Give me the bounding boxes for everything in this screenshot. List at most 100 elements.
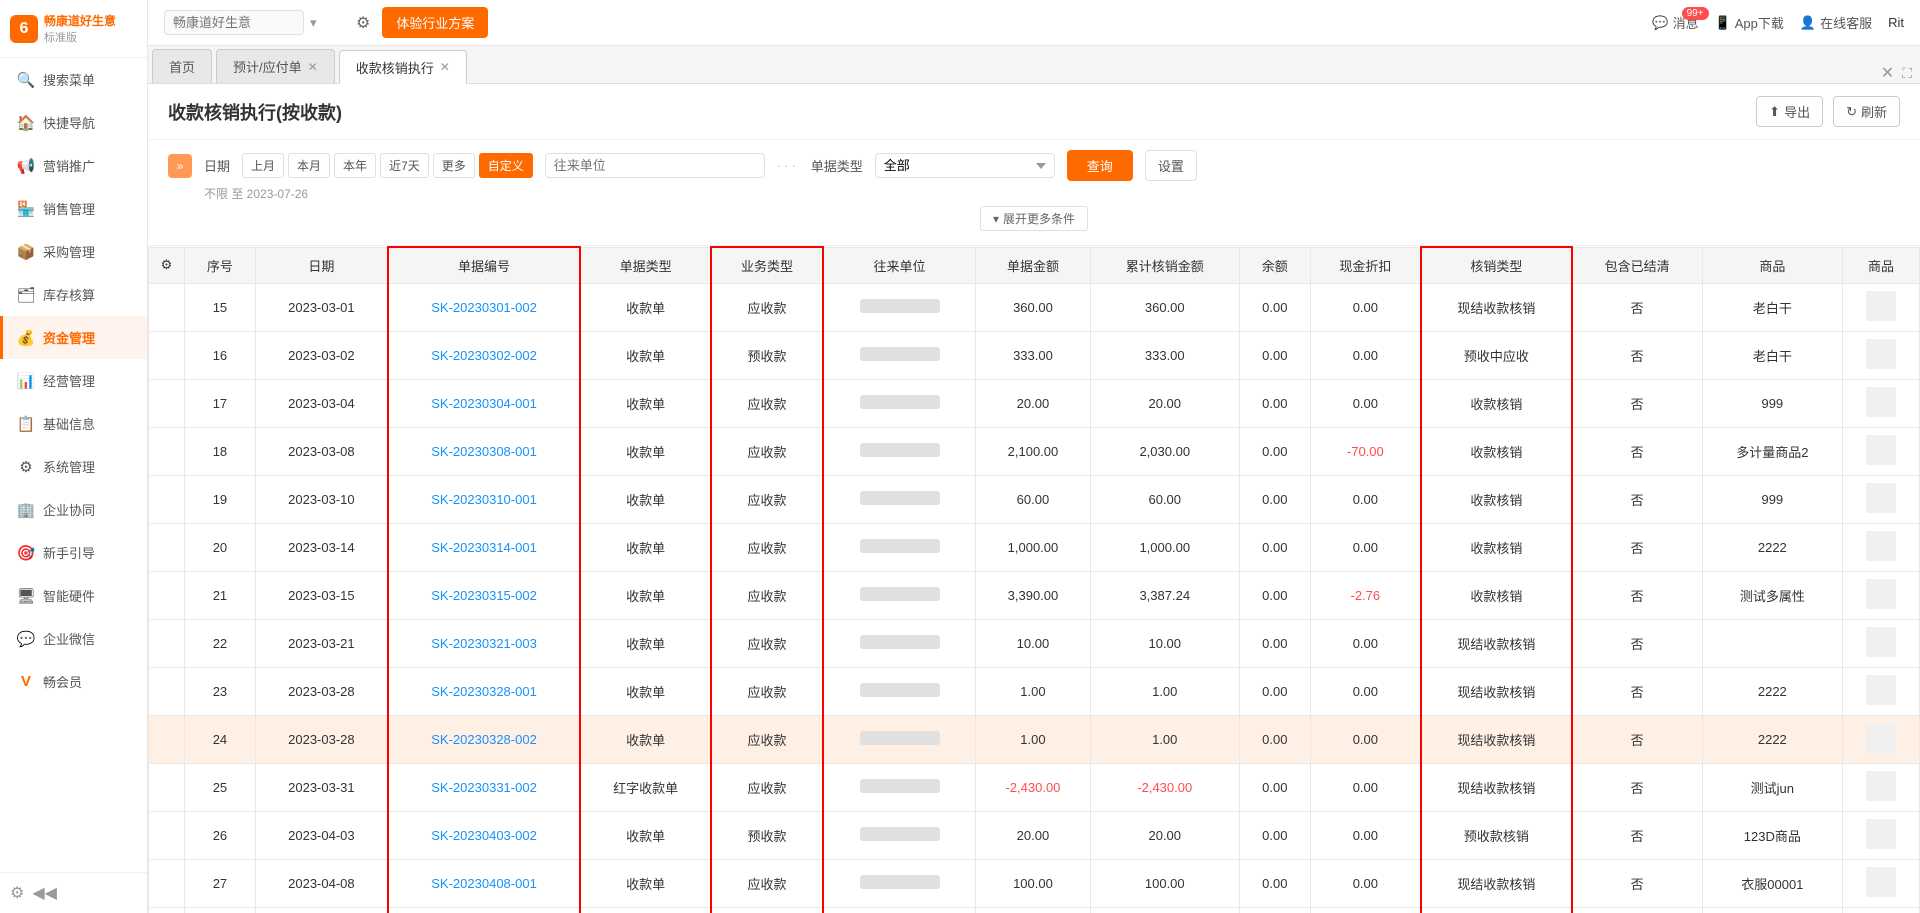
solution-button[interactable]: 体验行业方案 <box>382 7 488 38</box>
service-icon: 👤 <box>1800 15 1816 31</box>
sidebar-item-shortcut[interactable]: 🏠 快捷导航 <box>0 101 147 144</box>
sidebar-item-operation[interactable]: 📊 经营管理 <box>0 359 147 402</box>
date-prev-month[interactable]: 上月 <box>242 153 284 178</box>
page-title: 收款核销执行(按收款) <box>168 99 342 125</box>
doc-no-link[interactable]: SK-20230308-001 <box>431 444 537 459</box>
doc-no-link[interactable]: SK-20230408-001 <box>431 876 537 891</box>
tab-maximize-icon[interactable]: ⛶ <box>1902 65 1912 82</box>
cell-goods: 老白干 <box>1702 332 1843 380</box>
cell-balance: 0.00 <box>1239 476 1310 524</box>
date-this-year[interactable]: 本年 <box>334 153 376 178</box>
doc-no-link[interactable]: SK-20230315-002 <box>431 588 537 603</box>
brand-dropdown-icon[interactable]: ▾ <box>310 15 317 31</box>
setting-button[interactable]: 设置 <box>1145 150 1197 181</box>
cell-biz-type: 应收款 <box>711 572 823 620</box>
sidebar-item-search[interactable]: 🔍 搜索菜单 <box>0 58 147 101</box>
table-row: 212023-03-15SK-20230315-002收款单应收款3,390.0… <box>149 572 1920 620</box>
sidebar-item-inventory[interactable]: 🗂 库存核算 <box>0 273 147 316</box>
th-goods-img: 商品 <box>1843 247 1920 284</box>
doc-no-link[interactable]: SK-20230328-002 <box>431 732 537 747</box>
cell-doc-no: SK-20230408-001 <box>388 860 580 908</box>
cell-amount: 100.00 <box>976 860 1090 908</box>
tab-payable-close[interactable]: ✕ <box>308 60 318 74</box>
doc-no-link[interactable]: SK-20230310-001 <box>431 492 537 507</box>
date-more[interactable]: 更多 <box>433 153 475 178</box>
cell-amount: 2,100.00 <box>976 428 1090 476</box>
collapse-icon[interactable]: ◀◀ <box>32 883 57 903</box>
online-service-link[interactable]: 👤 在线客服 <box>1800 13 1872 32</box>
th-settings[interactable]: ⚙ <box>149 247 185 284</box>
doc-no-link[interactable]: SK-20230331-002 <box>431 780 537 795</box>
cell-include: 否 <box>1572 620 1702 668</box>
sidebar-item-finance[interactable]: 💰 资金管理 <box>0 316 147 359</box>
sidebar-item-enterprise[interactable]: 🏢 企业协同 <box>0 488 147 531</box>
doc-no-link[interactable]: SK-20230304-001 <box>431 396 537 411</box>
export-button[interactable]: ⬆ 导出 <box>1756 96 1823 127</box>
cell-goods: 2222 <box>1702 716 1843 764</box>
cell-cancel-type: 现结收款核销 <box>1421 716 1572 764</box>
sidebar-item-guide[interactable]: 🎯 新手引导 <box>0 531 147 574</box>
cell-biz-type: 应收款 <box>711 524 823 572</box>
doc-no-link[interactable]: SK-20230321-003 <box>431 636 537 651</box>
tab-home[interactable]: 首页 <box>152 49 212 83</box>
settings-bottom-icon[interactable]: ⚙ <box>10 883 24 903</box>
cell-include: 否 <box>1572 572 1702 620</box>
date-this-month[interactable]: 本月 <box>288 153 330 178</box>
table-row: 262023-04-03SK-20230403-002收款单预收款20.0020… <box>149 812 1920 860</box>
tab-payable[interactable]: 预计/应付单 ✕ <box>216 49 335 83</box>
doc-no-link[interactable]: SK-20230314-001 <box>431 540 537 555</box>
date-7days[interactable]: 近7天 <box>380 153 429 178</box>
expand-more-button[interactable]: ▾ 展开更多条件 <box>980 206 1088 231</box>
doc-no-link[interactable]: SK-20230403-002 <box>431 828 537 843</box>
search-icon: 🔍 <box>17 71 35 89</box>
cell-goods-img <box>1843 380 1920 428</box>
cell-biz-type: 应收款 <box>711 764 823 812</box>
query-button[interactable]: 查询 <box>1067 150 1133 181</box>
refresh-icon: ↻ <box>1846 104 1857 120</box>
cell-checkbox <box>149 284 185 332</box>
cell-date: 2023-03-28 <box>255 716 388 764</box>
cell-partner <box>823 476 976 524</box>
purchase-icon: 📦 <box>17 243 35 261</box>
messages-button[interactable]: 💬 消息 99+ <box>1652 13 1698 32</box>
doc-type-select[interactable]: 全部 收款单 红字收款单 <box>875 153 1055 178</box>
brand-input[interactable] <box>164 10 304 35</box>
cell-amount: 10.00 <box>976 620 1090 668</box>
date-custom[interactable]: 自定义 <box>479 153 533 178</box>
table-row: 172023-03-04SK-20230304-001收款单应收款20.0020… <box>149 380 1920 428</box>
sidebar-item-basic[interactable]: 📋 基础信息 <box>0 402 147 445</box>
tab-collection[interactable]: 收款核销执行 ✕ <box>339 50 467 84</box>
doc-no-link[interactable]: SK-20230328-001 <box>431 684 537 699</box>
tab-close-window-icon[interactable]: ✕ <box>1881 63 1894 83</box>
sidebar-item-system[interactable]: ⚙ 系统管理 <box>0 445 147 488</box>
tabs-bar: 首页 预计/应付单 ✕ 收款核销执行 ✕ ✕ ⛶ <box>148 46 1920 84</box>
sidebar-item-purchase[interactable]: 📦 采购管理 <box>0 230 147 273</box>
cell-cancel-type: 现结收款核销 <box>1421 620 1572 668</box>
cell-date: 2023-03-01 <box>255 284 388 332</box>
table-container[interactable]: ⚙ 序号 日期 单据编号 单据类型 业务类型 往来单位 单据金额 累计核销金额 … <box>148 246 1920 913</box>
sidebar-item-member[interactable]: V 畅会员 <box>0 660 147 703</box>
th-discount: 现金折扣 <box>1310 247 1421 284</box>
cell-doc-no: SK-20230418-001 <box>388 908 580 913</box>
refresh-button[interactable]: ↻ 刷新 <box>1833 96 1900 127</box>
cell-partner <box>823 908 976 913</box>
phone-icon: 📱 <box>1715 15 1731 31</box>
app-download-link[interactable]: 📱 App下载 <box>1715 13 1784 32</box>
cell-goods-img <box>1843 332 1920 380</box>
doc-no-link[interactable]: SK-20230301-002 <box>431 300 537 315</box>
sidebar-item-hardware[interactable]: 🖥 智能硬件 <box>0 574 147 617</box>
sidebar-item-sales[interactable]: 🏪 销售管理 <box>0 187 147 230</box>
filter-expand-button[interactable]: » <box>168 154 192 178</box>
partner-input[interactable] <box>545 153 765 178</box>
tab-collection-close[interactable]: ✕ <box>440 60 450 74</box>
doc-no-link[interactable]: SK-20230302-002 <box>431 348 537 363</box>
user-name[interactable]: Rit <box>1888 15 1904 30</box>
cell-partner <box>823 764 976 812</box>
sidebar-item-marketing[interactable]: 📢 营销推广 <box>0 144 147 187</box>
cell-doc-type: 收款单 <box>580 476 711 524</box>
cell-doc-no: SK-20230308-001 <box>388 428 580 476</box>
cell-discount: 0.00 <box>1310 716 1421 764</box>
topbar-gear-icon[interactable]: ⚙ <box>356 13 370 33</box>
cell-amount: -2,430.00 <box>976 764 1090 812</box>
sidebar-item-wechat[interactable]: 💬 企业微信 <box>0 617 147 660</box>
